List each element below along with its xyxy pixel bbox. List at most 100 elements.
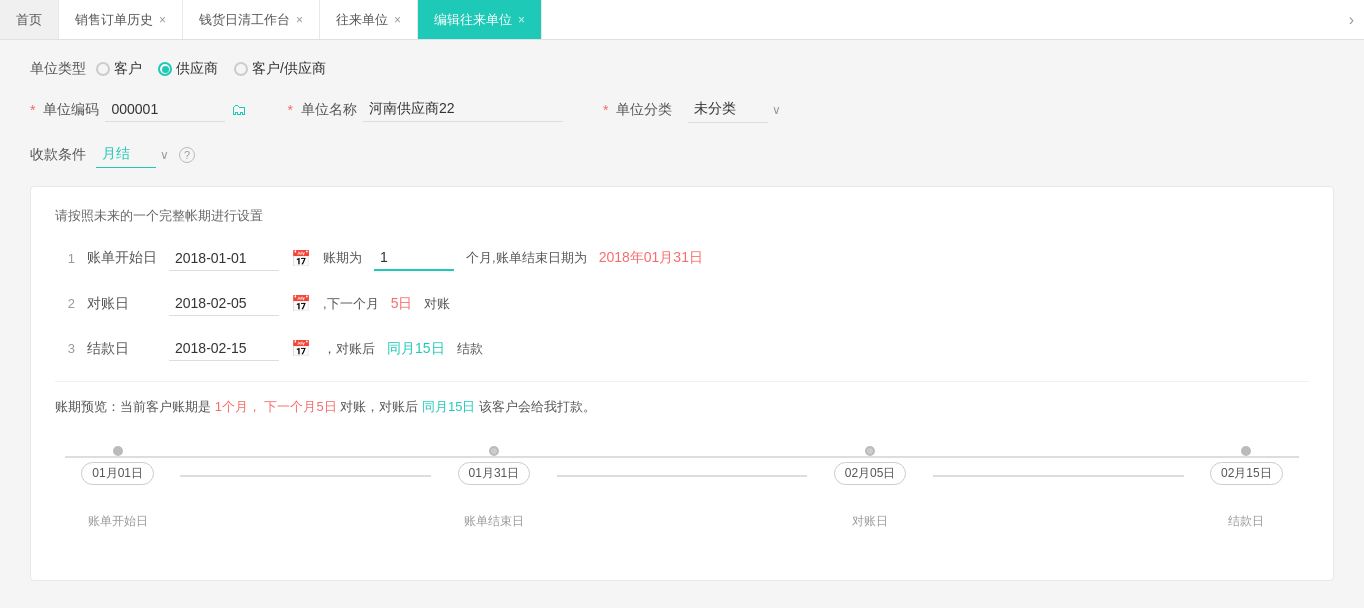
unit-name-label: 单位名称: [301, 101, 357, 119]
row-2-cal-icon[interactable]: 📅: [291, 294, 311, 313]
timeline-dot-1: [113, 446, 123, 456]
payment-terms-arrow[interactable]: ∨: [160, 148, 169, 162]
unit-type-radio-group: 客户 供应商 客户/供应商: [96, 60, 326, 78]
radio-customer-supplier-circle: [234, 62, 248, 76]
row-2-highlight: 5日: [391, 295, 413, 313]
timeline-sub-2: 账单结束日: [464, 513, 524, 530]
timeline-badge-3: 02月05日: [834, 462, 907, 485]
radio-supplier-circle: [158, 62, 172, 76]
tab-home[interactable]: 首页: [0, 0, 59, 39]
tab-edit-partner-close[interactable]: ×: [518, 14, 525, 26]
preview-highlight2: 下一个月5日: [264, 399, 336, 414]
radio-customer[interactable]: 客户: [96, 60, 142, 78]
unit-name-input[interactable]: [363, 97, 563, 122]
row-1-cal-icon[interactable]: 📅: [291, 249, 311, 268]
radio-customer-supplier-label: 客户/供应商: [252, 60, 326, 78]
payment-terms-dropdown[interactable]: 月结 ∨: [96, 141, 169, 168]
row-1-num: 1: [55, 251, 75, 266]
timeline-dot-4: [1241, 446, 1251, 456]
unit-code-input[interactable]: [105, 97, 225, 122]
timeline-connector-3: [933, 475, 1184, 477]
tab-cash-work[interactable]: 钱货日清工作台 ×: [183, 0, 320, 39]
payment-terms-value: 月结: [96, 141, 156, 168]
unit-code-star: *: [30, 102, 35, 118]
tab-home-label: 首页: [16, 11, 42, 29]
row-2-date-input[interactable]: [169, 291, 279, 316]
timeline-sub-3: 对账日: [852, 513, 888, 530]
timeline-connector-1: [180, 475, 431, 477]
unit-category-dropdown[interactable]: 未分类 ∨: [688, 96, 781, 123]
tab-edit-partner[interactable]: 编辑往来单位 ×: [418, 0, 542, 39]
row-3-suffix2: 结款: [457, 340, 483, 358]
tab-sales-order-label: 销售订单历史: [75, 11, 153, 29]
timeline-connector-2: [557, 475, 808, 477]
timeline-sub-4: 结款日: [1228, 513, 1264, 530]
panel-hint: 请按照未来的一个完整帐期进行设置: [55, 207, 1309, 225]
preview-text4: 该客户会给我打款。: [479, 399, 596, 414]
payment-terms-row: 收款条件 月结 ∨ ?: [30, 141, 1334, 168]
unit-category-arrow[interactable]: ∨: [772, 103, 781, 117]
table-row-2: 2 对账日 📅 ,下一个月 5日 对账: [55, 291, 1309, 316]
preview-highlight1: 1个月，: [215, 399, 261, 414]
unit-category-group: * 单位分类 未分类 ∨: [603, 96, 781, 123]
table-row-3: 3 结款日 📅 ，对账后 同月15日 结款: [55, 336, 1309, 361]
settings-panel: 请按照未来的一个完整帐期进行设置 1 账单开始日 📅 账期为 个月,账单结束日期…: [30, 186, 1334, 581]
tab-cash-work-close[interactable]: ×: [296, 14, 303, 26]
main-content: 单位类型 客户 供应商 客户/供应商 * 单位编码 🗂 * 单位名称: [0, 40, 1364, 601]
radio-customer-circle: [96, 62, 110, 76]
payment-terms-help-icon[interactable]: ?: [179, 147, 195, 163]
unit-code-group: * 单位编码 🗂: [30, 97, 247, 122]
unit-name-star: *: [287, 102, 292, 118]
radio-supplier-label: 供应商: [176, 60, 218, 78]
row-1-label: 账单开始日: [87, 249, 157, 267]
tabs-bar: 首页 销售订单历史 × 钱货日清工作台 × 往来单位 × 编辑往来单位 × ›: [0, 0, 1364, 40]
tab-partner[interactable]: 往来单位 ×: [320, 0, 418, 39]
radio-customer-supplier[interactable]: 客户/供应商: [234, 60, 326, 78]
row-1-suffix-after: 个月,账单结束日期为: [466, 249, 587, 267]
table-row-1: 1 账单开始日 📅 账期为 个月,账单结束日期为 2018年01月31日: [55, 245, 1309, 271]
radio-customer-label: 客户: [114, 60, 142, 78]
tab-edit-partner-label: 编辑往来单位: [434, 11, 512, 29]
unit-name-group: * 单位名称: [287, 97, 562, 122]
row-3-label: 结款日: [87, 340, 157, 358]
row-2-suffix2: 对账: [424, 295, 450, 313]
timeline-badge-4: 02月15日: [1210, 462, 1283, 485]
unit-category-value: 未分类: [688, 96, 768, 123]
tab-sales-order-close[interactable]: ×: [159, 14, 166, 26]
period-input[interactable]: [374, 245, 454, 271]
divider: [55, 381, 1309, 382]
tab-cash-work-label: 钱货日清工作台: [199, 11, 290, 29]
timeline-badge-1: 01月01日: [81, 462, 154, 485]
timeline-point-4: 02月15日 结款日: [1184, 446, 1309, 530]
timeline-line: [65, 456, 1299, 458]
row-3-num: 3: [55, 341, 75, 356]
row-3-suffix1: ，对账后: [323, 340, 375, 358]
row-1-date-input[interactable]: [169, 246, 279, 271]
timeline-dot-2: [489, 446, 499, 456]
preview-label: 账期预览：当前客户账期是: [55, 399, 211, 414]
timeline-point-1: 01月01日 账单开始日: [55, 446, 180, 530]
row-2-num: 2: [55, 296, 75, 311]
row-1-highlight: 2018年01月31日: [599, 249, 703, 267]
preview-text: 账期预览：当前客户账期是 1个月， 下一个月5日 对账，对账后 同月15日 该客…: [55, 398, 1309, 416]
row-3-cal-icon[interactable]: 📅: [291, 339, 311, 358]
tab-partner-label: 往来单位: [336, 11, 388, 29]
unit-code-icon[interactable]: 🗂: [231, 101, 247, 119]
timeline-point-2: 01月31日 账单结束日: [431, 446, 556, 530]
timeline-sub-1: 账单开始日: [88, 513, 148, 530]
unit-category-star: *: [603, 102, 608, 118]
timeline: 01月01日 账单开始日 01月31日 账单结束日 02月05日 对账日: [55, 436, 1309, 560]
tab-sales-order[interactable]: 销售订单历史 ×: [59, 0, 183, 39]
unit-category-label: 单位分类: [616, 101, 672, 119]
tab-partner-close[interactable]: ×: [394, 14, 401, 26]
tab-arrow[interactable]: ›: [1339, 0, 1364, 39]
row-3-date-input[interactable]: [169, 336, 279, 361]
row-2-label: 对账日: [87, 295, 157, 313]
timeline-point-3: 02月05日 对账日: [807, 446, 932, 530]
timeline-dot-3: [865, 446, 875, 456]
radio-supplier[interactable]: 供应商: [158, 60, 218, 78]
payment-terms-label: 收款条件: [30, 146, 86, 164]
row-2-suffix1: ,下一个月: [323, 295, 379, 313]
preview-highlight3: 同月15日: [422, 399, 475, 414]
unit-details-row: * 单位编码 🗂 * 单位名称 * 单位分类 未分类 ∨: [30, 96, 1334, 123]
